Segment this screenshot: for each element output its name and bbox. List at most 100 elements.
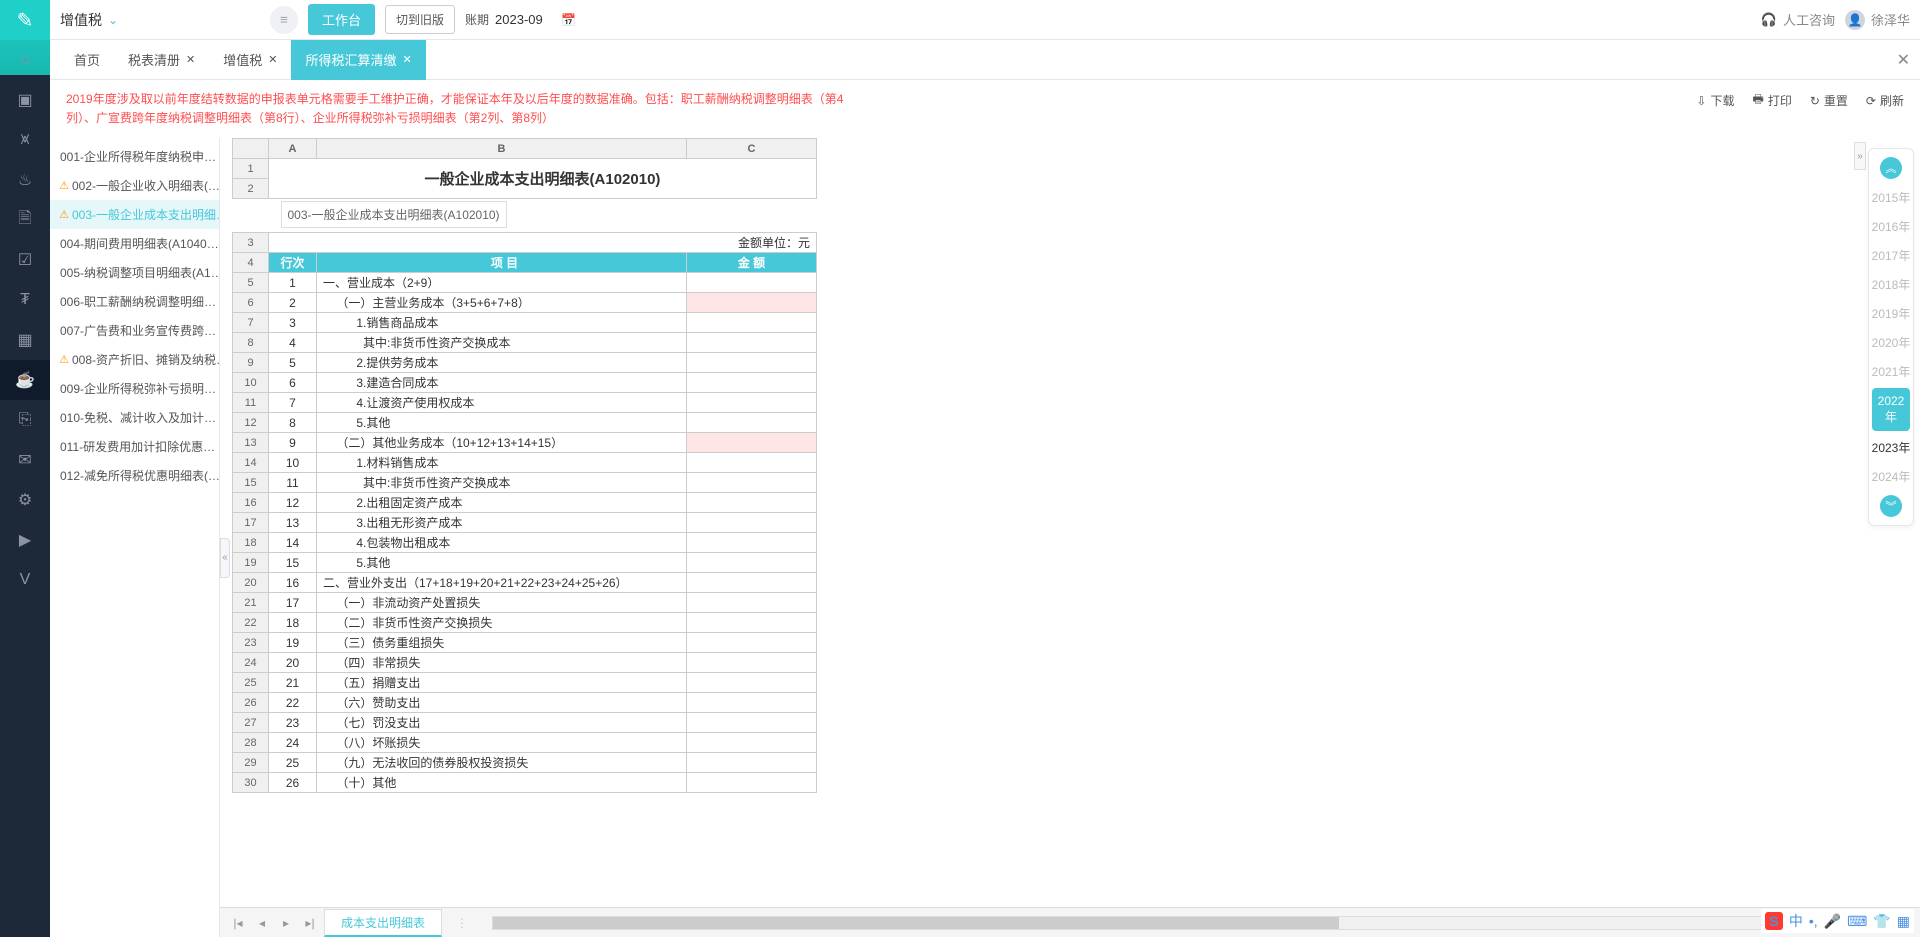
cell-line[interactable]: 1 (269, 273, 317, 293)
cell-line[interactable]: 21 (269, 673, 317, 693)
cell-item[interactable]: 1.销售商品成本 (317, 313, 687, 333)
cell-amount[interactable] (687, 333, 817, 353)
cell-item[interactable]: 5.其他 (317, 413, 687, 433)
cell-line[interactable]: 24 (269, 733, 317, 753)
form-item[interactable]: ⚠008-资产折旧、摊销及纳税… (50, 345, 219, 374)
close-icon[interactable]: ✕ (403, 53, 412, 66)
col-header-b[interactable]: B (317, 139, 687, 159)
cell-item[interactable]: （二）其他业务成本（10+12+13+14+15） (317, 433, 687, 453)
year-scroll-down[interactable]: ︾ (1880, 495, 1902, 517)
print-button[interactable]: 🖶打印 (1753, 90, 1792, 111)
cell-amount[interactable] (687, 413, 817, 433)
form-item[interactable]: 011-研发费用加计扣除优惠… (50, 432, 219, 461)
cell-amount[interactable] (687, 453, 817, 473)
cell-amount[interactable] (687, 573, 817, 593)
cell-amount[interactable] (687, 713, 817, 733)
cell-amount[interactable] (687, 593, 817, 613)
cell-item[interactable]: 2.出租固定资产成本 (317, 493, 687, 513)
cell-amount[interactable] (687, 273, 817, 293)
workspace-button[interactable]: 工作台 (308, 4, 375, 35)
form-item[interactable]: 004-期间费用明细表(A1040… (50, 229, 219, 258)
cell-amount[interactable] (687, 673, 817, 693)
cell-amount[interactable] (687, 733, 817, 753)
close-icon[interactable]: ✕ (268, 53, 277, 66)
sheet-nav-last[interactable]: ▸| (300, 916, 320, 930)
cell-line[interactable]: 9 (269, 433, 317, 453)
cell-amount[interactable] (687, 313, 817, 333)
cell-line[interactable]: 16 (269, 573, 317, 593)
form-item[interactable]: 005-纳税调整项目明细表(A1… (50, 258, 219, 287)
ime-keyboard-icon[interactable]: ⌨ (1847, 913, 1867, 930)
cell-amount[interactable] (687, 353, 817, 373)
form-item[interactable]: 012-减免所得税优惠明细表(… (50, 461, 219, 490)
cell-line[interactable]: 10 (269, 453, 317, 473)
cell-item[interactable]: （一）主营业务成本（3+5+6+7+8） (317, 293, 687, 313)
cell-item[interactable]: （七）罚没支出 (317, 713, 687, 733)
cell-item[interactable]: （四）非常损失 (317, 653, 687, 673)
nav-vip-icon[interactable]: V (0, 560, 50, 600)
year-scroll-up[interactable]: ︽ (1880, 157, 1902, 179)
cell-amount[interactable] (687, 613, 817, 633)
form-item[interactable]: 009-企业所得税弥补亏损明… (50, 374, 219, 403)
cell-item[interactable]: 4.包装物出租成本 (317, 533, 687, 553)
ime-toolbox-icon[interactable]: ▦ (1897, 913, 1910, 930)
cell-line[interactable]: 25 (269, 753, 317, 773)
list-toggle-button[interactable]: ≡ (270, 6, 298, 34)
cell-amount[interactable] (687, 753, 817, 773)
cell-item[interactable]: 3.出租无形资产成本 (317, 513, 687, 533)
cell-item[interactable]: （三）债务重组损失 (317, 633, 687, 653)
nav-home-icon[interactable]: ⌂ (0, 40, 50, 80)
cell-item[interactable]: （九）无法收回的债券股权投资损失 (317, 753, 687, 773)
cell-line[interactable]: 2 (269, 293, 317, 313)
cell-amount[interactable] (687, 293, 817, 313)
cell-amount[interactable] (687, 533, 817, 553)
cell-amount[interactable] (687, 373, 817, 393)
form-item[interactable]: 007-广告费和业务宣传费跨… (50, 316, 219, 345)
user-menu[interactable]: 👤 徐泽华 (1845, 10, 1910, 30)
cell-line[interactable]: 19 (269, 633, 317, 653)
cell-item[interactable]: （一）非流动资产处置损失 (317, 593, 687, 613)
cell-line[interactable]: 22 (269, 693, 317, 713)
close-icon[interactable]: ✕ (186, 53, 195, 66)
cell-amount[interactable] (687, 633, 817, 653)
nav-report-icon[interactable]: ⩙ (0, 120, 50, 160)
tab-增值税[interactable]: 增值税✕ (209, 40, 291, 80)
cell-item[interactable]: （二）非货币性资产交换损失 (317, 613, 687, 633)
cell-line[interactable]: 13 (269, 513, 317, 533)
cell-line[interactable]: 26 (269, 773, 317, 793)
switch-old-button[interactable]: 切到旧版 (385, 5, 455, 34)
form-item[interactable]: 010-免税、减计收入及加计… (50, 403, 219, 432)
cell-amount[interactable] (687, 653, 817, 673)
tab-所得税汇算清缴[interactable]: 所得税汇算清缴✕ (291, 40, 425, 80)
col-header-a[interactable]: A (269, 139, 317, 159)
expand-handle[interactable]: » (1854, 142, 1866, 170)
form-item[interactable]: ⚠003-一般企业成本支出明细… (50, 200, 219, 229)
nav-fund-icon[interactable]: ♨ (0, 160, 50, 200)
ime-logo[interactable]: S (1765, 912, 1783, 930)
nav-doc-icon[interactable]: 🗎 (0, 200, 50, 240)
cell-amount[interactable] (687, 553, 817, 573)
cell-item[interactable]: 一、营业成本（2+9） (317, 273, 687, 293)
period-input[interactable] (495, 12, 555, 27)
cell-item[interactable]: 1.材料销售成本 (317, 453, 687, 473)
ime-punct-icon[interactable]: •, (1809, 913, 1818, 929)
close-all-tabs[interactable]: ✕ (1897, 50, 1910, 70)
cell-line[interactable]: 3 (269, 313, 317, 333)
cell-item[interactable]: 2.提供劳务成本 (317, 353, 687, 373)
cell-item[interactable]: （六）赞助支出 (317, 693, 687, 713)
nav-ledger-icon[interactable]: ▣ (0, 80, 50, 120)
horizontal-scrollbar[interactable] (492, 916, 1904, 930)
cell-line[interactable]: 12 (269, 493, 317, 513)
cell-item[interactable]: 其中:非货币性资产交换成本 (317, 333, 687, 353)
form-item[interactable]: 001-企业所得税年度纳税申… (50, 142, 219, 171)
cell-amount[interactable] (687, 473, 817, 493)
cell-line[interactable]: 7 (269, 393, 317, 413)
nav-archive-icon[interactable]: ⎘ (0, 400, 50, 440)
download-button[interactable]: ⇩下载 (1696, 92, 1734, 109)
form-item[interactable]: ⚠002-一般企业收入明细表(… (50, 171, 219, 200)
year-2023年[interactable]: 2023年 (1869, 433, 1913, 462)
nav-approve-icon[interactable]: ☑ (0, 240, 50, 280)
tab-税表清册[interactable]: 税表清册✕ (114, 40, 209, 80)
collapse-handle[interactable]: « (220, 538, 230, 578)
cell-item[interactable]: 5.其他 (317, 553, 687, 573)
